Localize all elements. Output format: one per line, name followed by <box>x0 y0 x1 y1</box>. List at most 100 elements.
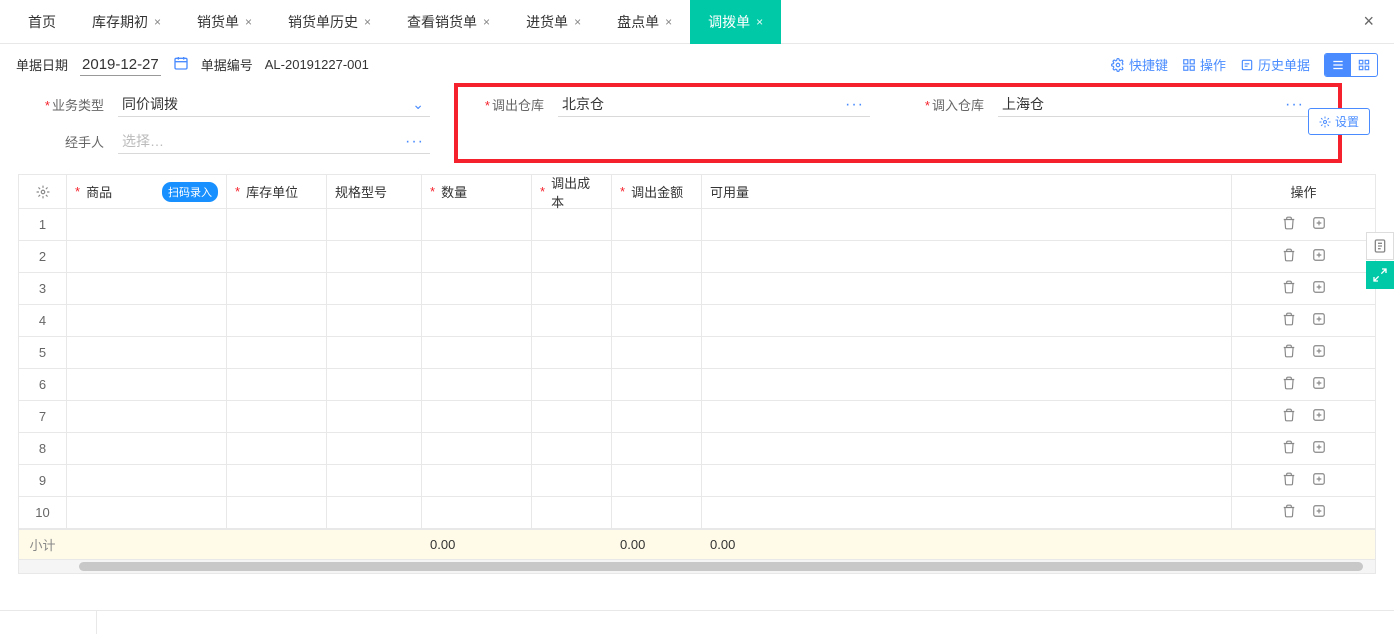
add-icon[interactable] <box>1312 504 1326 521</box>
add-icon[interactable] <box>1312 312 1326 329</box>
col-qty: *数量 <box>422 175 532 208</box>
delete-icon[interactable] <box>1282 472 1296 489</box>
settings-button[interactable]: 设置 <box>1308 108 1370 135</box>
table-row[interactable]: 10 <box>19 497 1375 529</box>
horizontal-scrollbar[interactable] <box>19 559 1375 573</box>
row-ops <box>1232 465 1375 496</box>
side-tools <box>1366 232 1394 289</box>
close-icon[interactable]: × <box>364 15 371 29</box>
close-icon[interactable]: × <box>245 15 252 29</box>
row-index: 5 <box>19 337 67 368</box>
shortcut-link[interactable]: 快捷键 <box>1111 55 1168 74</box>
table-row[interactable]: 9 <box>19 465 1375 497</box>
view-toggle <box>1324 53 1378 77</box>
add-icon[interactable] <box>1312 280 1326 297</box>
table-row[interactable]: 4 <box>19 305 1375 337</box>
ops-link[interactable]: 操作 <box>1182 55 1226 74</box>
table-row[interactable]: 1 <box>19 209 1375 241</box>
field-biz-type: *业务类型 ⌄ <box>30 92 430 117</box>
view-list-button[interactable] <box>1325 54 1351 76</box>
tab-purchase[interactable]: 进货单× <box>508 0 599 44</box>
delete-icon[interactable] <box>1282 376 1296 393</box>
table-row[interactable]: 8 <box>19 433 1375 465</box>
tab-inventory-init[interactable]: 库存期初× <box>74 0 179 44</box>
delete-icon[interactable] <box>1282 312 1296 329</box>
biz-type-input[interactable] <box>118 92 430 117</box>
subtotal-cost: 0.00 <box>612 530 702 559</box>
close-icon[interactable]: × <box>756 15 763 29</box>
notes-button[interactable] <box>1366 232 1394 260</box>
row-index: 4 <box>19 305 67 336</box>
date-value[interactable]: 2019-12-27 <box>80 54 161 76</box>
out-wh-input[interactable] <box>558 92 870 117</box>
subtotal-qty: 0.00 <box>422 530 532 559</box>
handler-label: 经手人 <box>30 132 104 151</box>
subtotal-amount: 0.00 <box>702 530 782 559</box>
add-icon[interactable] <box>1312 440 1326 457</box>
tab-bar: 首页 库存期初× 销货单× 销货单历史× 查看销货单× 进货单× 盘点单× 调拨… <box>0 0 1394 44</box>
docno-value: AL-20191227-001 <box>265 57 369 72</box>
close-icon[interactable]: × <box>154 15 161 29</box>
tab-stocktake[interactable]: 盘点单× <box>599 0 690 44</box>
view-grid-button[interactable] <box>1351 54 1377 76</box>
delete-icon[interactable] <box>1282 280 1296 297</box>
field-in-warehouse: *调入仓库 ··· <box>910 92 1310 117</box>
calendar-icon[interactable] <box>173 55 189 74</box>
row-ops <box>1232 209 1375 240</box>
add-icon[interactable] <box>1312 216 1326 233</box>
more-icon[interactable]: ··· <box>405 133 424 151</box>
row-ops <box>1232 273 1375 304</box>
scan-badge[interactable]: 扫码录入 <box>162 182 218 202</box>
add-icon[interactable] <box>1312 344 1326 361</box>
row-ops <box>1232 241 1375 272</box>
field-handler: 经手人 ··· <box>30 129 430 154</box>
handler-input[interactable] <box>118 129 430 154</box>
add-icon[interactable] <box>1312 408 1326 425</box>
row-ops <box>1232 401 1375 432</box>
add-icon[interactable] <box>1312 376 1326 393</box>
tab-home[interactable]: 首页 <box>10 0 74 44</box>
close-icon[interactable]: × <box>665 15 672 29</box>
close-icon[interactable]: × <box>483 15 490 29</box>
history-link[interactable]: 历史单据 <box>1240 55 1310 74</box>
table-row[interactable]: 5 <box>19 337 1375 369</box>
out-wh-label: *调出仓库 <box>470 95 544 114</box>
table-row[interactable]: 6 <box>19 369 1375 401</box>
tab-view-sales[interactable]: 查看销货单× <box>389 0 508 44</box>
delete-icon[interactable] <box>1282 504 1296 521</box>
date-label: 单据日期 <box>16 55 68 74</box>
row-index: 9 <box>19 465 67 496</box>
field-out-warehouse: *调出仓库 ··· <box>470 92 870 117</box>
tab-sales-order[interactable]: 销货单× <box>179 0 270 44</box>
more-icon[interactable]: ··· <box>1285 96 1304 114</box>
col-product: *商品扫码录入 <box>67 175 227 208</box>
row-ops <box>1232 497 1375 528</box>
add-icon[interactable] <box>1312 472 1326 489</box>
grid-body[interactable]: 1234567891011 <box>19 209 1375 529</box>
tab-transfer[interactable]: 调拨单× <box>690 0 781 44</box>
delete-icon[interactable] <box>1282 216 1296 233</box>
table-row[interactable]: 3 <box>19 273 1375 305</box>
grid-header: *商品扫码录入 *库存单位 规格型号 *数量 *调出成本 *调出金额 可用量 操… <box>19 175 1375 209</box>
more-icon[interactable]: ··· <box>845 96 864 114</box>
col-spec: 规格型号 <box>327 175 422 208</box>
expand-button[interactable] <box>1366 261 1394 289</box>
col-ops: 操作 <box>1232 175 1375 208</box>
col-amount: *调出金额 <box>612 175 702 208</box>
col-available: 可用量 <box>702 175 1232 208</box>
tab-sales-history[interactable]: 销货单历史× <box>270 0 389 44</box>
in-wh-input[interactable] <box>998 92 1310 117</box>
delete-icon[interactable] <box>1282 248 1296 265</box>
row-index: 6 <box>19 369 67 400</box>
form-row-1: *业务类型 ⌄ *调出仓库 ··· *调入仓库 ··· <box>0 86 1394 123</box>
table-row[interactable]: 2 <box>19 241 1375 273</box>
gear-icon[interactable] <box>19 175 67 208</box>
delete-icon[interactable] <box>1282 344 1296 361</box>
close-icon[interactable]: × <box>574 15 581 29</box>
delete-icon[interactable] <box>1282 440 1296 457</box>
scrollbar-thumb[interactable] <box>79 562 1363 571</box>
table-row[interactable]: 7 <box>19 401 1375 433</box>
close-all-tabs[interactable]: × <box>1353 11 1384 32</box>
add-icon[interactable] <box>1312 248 1326 265</box>
delete-icon[interactable] <box>1282 408 1296 425</box>
